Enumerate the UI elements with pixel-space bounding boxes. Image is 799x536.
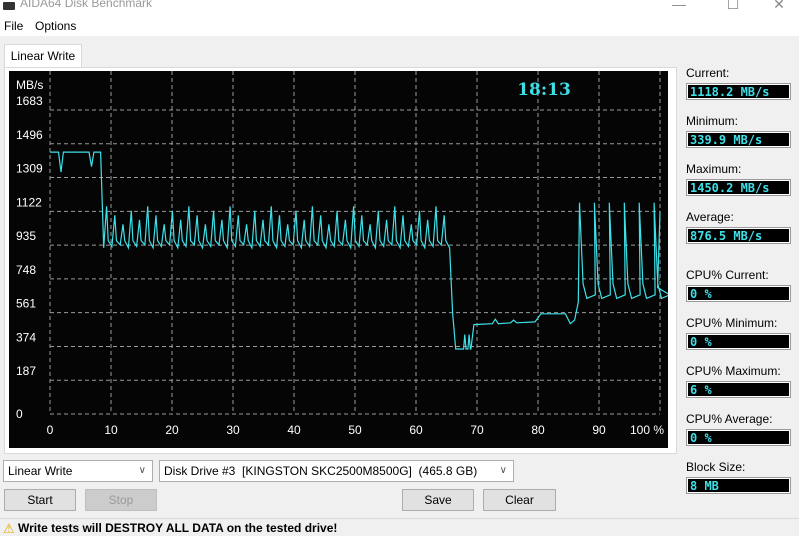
block-size-label: Block Size: xyxy=(686,460,746,474)
stop-button[interactable]: Stop xyxy=(85,489,157,511)
x-tick-label: 100 % xyxy=(630,423,664,437)
block-size-value: 8 MB xyxy=(686,477,791,494)
title-bar: AIDA64 Disk Benchmark — ☐ ✕ xyxy=(0,0,799,14)
cpu-average-value: 0 % xyxy=(686,429,791,446)
y-tick-label: 1309 xyxy=(16,162,43,176)
menu-file[interactable]: File xyxy=(4,19,23,33)
y-tick-label: 748 xyxy=(16,263,36,277)
y-axis-unit-label: MB/s xyxy=(16,78,43,92)
average-label: Average: xyxy=(686,210,734,224)
y-tick-label: 1496 xyxy=(16,128,43,142)
maximize-button[interactable]: ☐ xyxy=(718,0,748,13)
y-tick-label: 1122 xyxy=(16,195,42,209)
cpu-current-label: CPU% Current: xyxy=(686,268,769,282)
x-tick-label: 70 xyxy=(470,423,484,437)
cpu-minimum-label: CPU% Minimum: xyxy=(686,316,778,330)
maximum-value: 1450.2 MB/s xyxy=(686,179,791,196)
maximum-label: Maximum: xyxy=(686,162,742,176)
benchmark-chart: 0 10 20 30 40 50 60 70 80 90 100 % 0 187 374 561 748 935… xyxy=(9,71,668,448)
start-button[interactable]: Start xyxy=(4,489,76,511)
cpu-minimum-value: 0 % xyxy=(686,333,791,350)
minimum-label: Minimum: xyxy=(686,114,739,128)
close-button[interactable]: ✕ xyxy=(764,0,794,13)
save-button[interactable]: Save xyxy=(402,489,474,511)
drive-select[interactable]: Disk Drive #3 [KINGSTON SKC2500M8500G] (… xyxy=(159,460,514,482)
disk-icon xyxy=(3,2,15,10)
y-tick-label: 0 xyxy=(16,407,23,421)
test-type-value: Linear Write xyxy=(8,464,73,478)
minimum-value: 339.9 MB/s xyxy=(686,131,791,148)
y-tick-label: 935 xyxy=(16,229,36,243)
menu-options[interactable]: Options xyxy=(35,19,76,33)
status-bar: ⚠ Write tests will DESTROY ALL DATA on t… xyxy=(0,518,799,536)
average-value: 876.5 MB/s xyxy=(686,227,791,244)
x-tick-label: 50 xyxy=(348,423,362,437)
x-tick-label: 90 xyxy=(592,423,606,437)
x-tick-label: 60 xyxy=(409,423,423,437)
test-type-select[interactable]: Linear Write ∨ xyxy=(3,460,153,482)
current-value: 1118.2 MB/s xyxy=(686,83,791,100)
cpu-maximum-label: CPU% Maximum: xyxy=(686,364,781,378)
y-tick-label: 374 xyxy=(16,330,36,344)
chart-svg: 0 10 20 30 40 50 60 70 80 90 100 % 0 187 374 561 748 935… xyxy=(16,71,668,437)
y-tick-label: 187 xyxy=(16,364,36,378)
cpu-maximum-value: 6 % xyxy=(686,381,791,398)
y-tick-label: 1683 xyxy=(16,94,43,108)
drive-value: Disk Drive #3 [KINGSTON SKC2500M8500G] (… xyxy=(164,464,478,478)
series-line-linear-write xyxy=(50,151,668,350)
menu-bar: File Options xyxy=(0,14,799,36)
cpu-current-value: 0 % xyxy=(686,285,791,302)
current-label: Current: xyxy=(686,66,730,80)
minimize-button[interactable]: — xyxy=(664,0,694,12)
y-tick-label: 561 xyxy=(16,297,36,311)
x-tick-label: 10 xyxy=(104,423,118,437)
x-tick-label: 0 xyxy=(47,423,54,437)
window-title: AIDA64 Disk Benchmark xyxy=(20,0,153,10)
x-tick-label: 20 xyxy=(165,423,179,437)
chevron-down-icon: ∨ xyxy=(499,465,507,476)
tab-linear-write[interactable]: Linear Write xyxy=(4,44,82,69)
x-tick-label: 40 xyxy=(287,423,301,437)
cpu-average-label: CPU% Average: xyxy=(686,412,773,426)
x-tick-label: 30 xyxy=(226,423,240,437)
chevron-down-icon: ∨ xyxy=(138,465,146,476)
x-tick-label: 80 xyxy=(531,423,545,437)
warning-text: Write tests will DESTROY ALL DATA on the… xyxy=(18,521,338,535)
clear-button[interactable]: Clear xyxy=(483,489,556,511)
elapsed-time: 18:13 xyxy=(517,80,571,100)
